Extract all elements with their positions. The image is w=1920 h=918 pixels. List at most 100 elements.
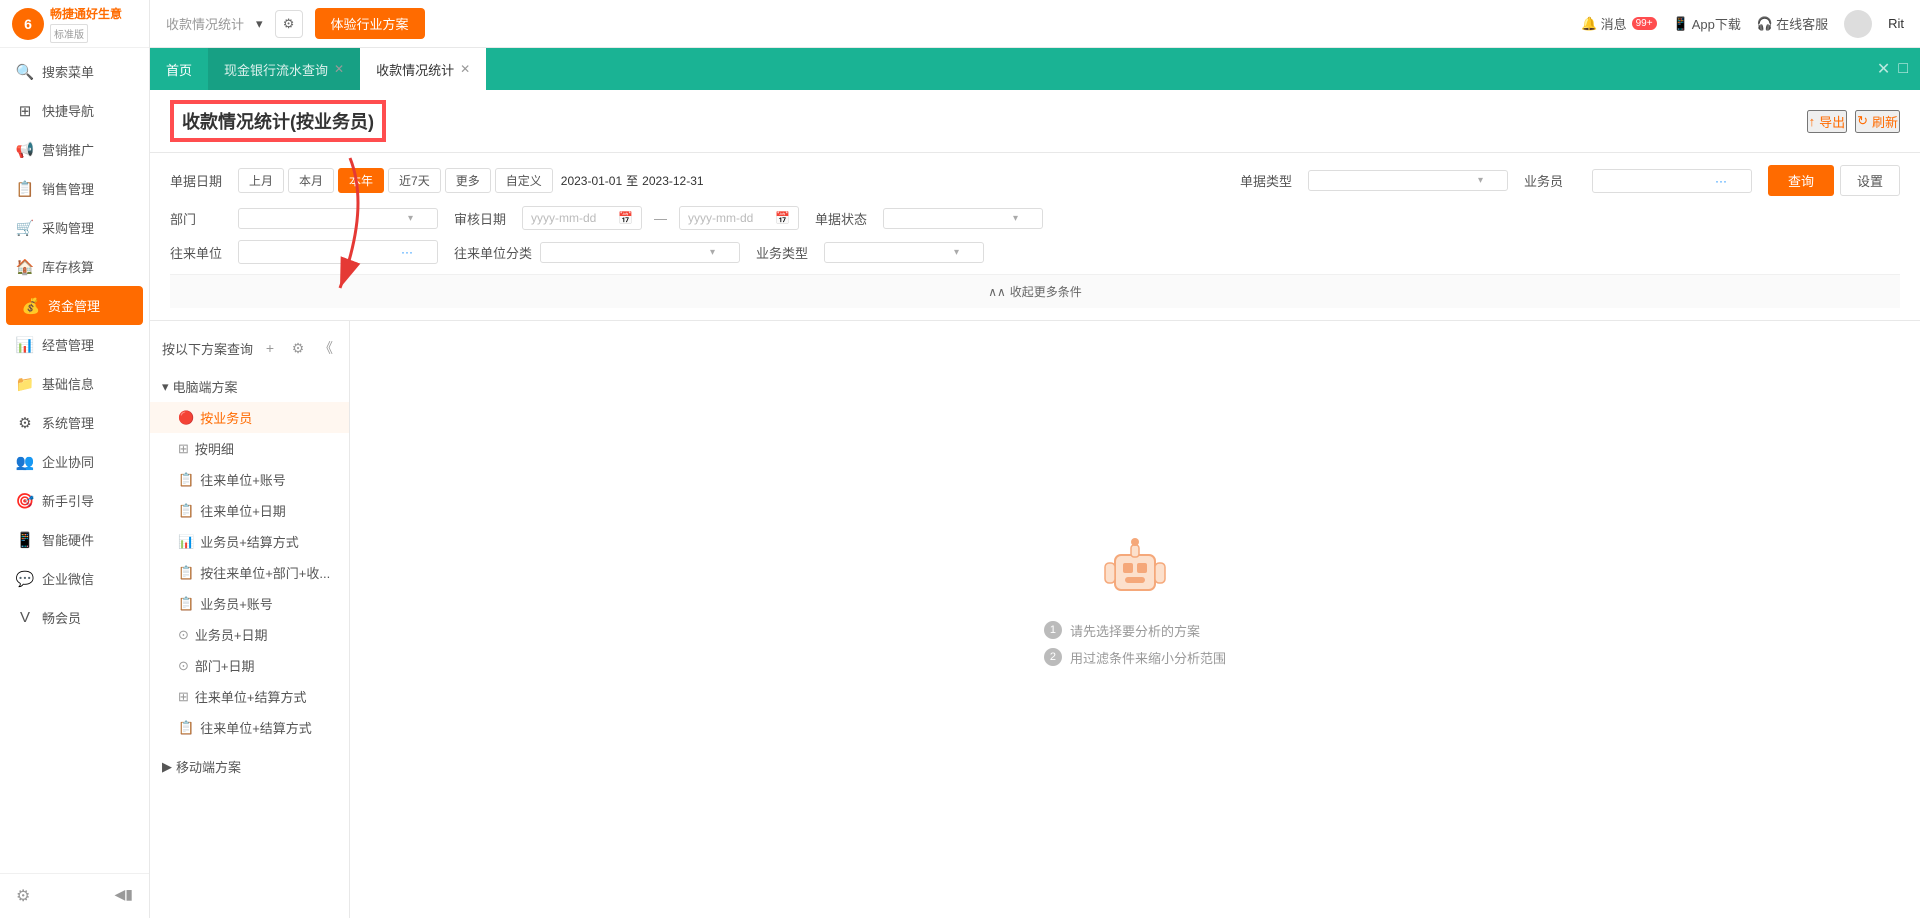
sidebar-item-hardware[interactable]: 📱 智能硬件	[0, 520, 149, 559]
sidebar-item-wechat[interactable]: 💬 企业微信	[0, 559, 149, 598]
date-btn-last-month[interactable]: 上月	[238, 168, 284, 193]
date-btn-more[interactable]: 更多	[445, 168, 491, 193]
partner-select[interactable]: ···	[238, 240, 438, 264]
empty-step-2: 2 用过滤条件来缩小分析范围	[1044, 648, 1226, 667]
tab-home[interactable]: 首页	[150, 48, 208, 90]
dept-select[interactable]: ▾	[238, 208, 438, 229]
collapse-sidebar-icon[interactable]: ◀▮	[115, 886, 133, 906]
sidebar-item-finance[interactable]: 💰 资金管理	[6, 286, 143, 325]
sidebar-item-label: 企业协同	[42, 452, 94, 471]
partner-date-icon: 📋	[178, 503, 194, 519]
date-btn-7days[interactable]: 近7天	[388, 168, 441, 193]
scheme-settings-btn[interactable]: ⚙	[287, 337, 309, 359]
sidebar-item-label: 智能硬件	[42, 530, 94, 549]
date-btn-custom[interactable]: 自定义	[495, 168, 553, 193]
sidebar-item-system[interactable]: ⚙ 系统管理	[0, 403, 149, 442]
tab-minimize-btn[interactable]: ✕	[1877, 59, 1890, 79]
chevron-down-icon: ▾	[256, 16, 263, 32]
sidebar-item-search[interactable]: 🔍 搜索菜单	[0, 52, 149, 91]
panel-header-label: 按以下方案查询	[162, 339, 253, 358]
header-dropdown[interactable]: ▾	[256, 16, 263, 32]
mobile-scheme-parent[interactable]: ▶ 移动端方案	[150, 751, 349, 782]
sidebar-item-inventory[interactable]: 🏠 库存核算	[0, 247, 149, 286]
settings-footer-icon[interactable]: ⚙	[16, 886, 30, 906]
member-icon: V	[16, 609, 34, 627]
sidebar-item-enterprise[interactable]: 👥 企业协同	[0, 442, 149, 481]
collapse-bar[interactable]: ∧∧ 收起更多条件	[170, 274, 1900, 308]
scheme-dept-date[interactable]: ⊙ 部门+日期	[150, 650, 349, 681]
page-actions: ↑ 导出 ↻ 刷新	[1807, 110, 1900, 133]
tab-bank-close[interactable]: ✕	[334, 62, 344, 76]
desktop-scheme-parent[interactable]: ▾ 电脑端方案	[150, 371, 349, 402]
review-date-start[interactable]: yyyy-mm-dd 📅	[522, 206, 642, 230]
logo-title: 畅捷通好生意	[50, 5, 122, 22]
sidebar-item-sales[interactable]: 📋 销售管理	[0, 169, 149, 208]
sidebar-item-purchase[interactable]: 🛒 采购管理	[0, 208, 149, 247]
sidebar-item-marketing[interactable]: 📢 营销推广	[0, 130, 149, 169]
salesperson-select[interactable]: ···	[1592, 169, 1752, 193]
step-1-label: 请先选择要分析的方案	[1070, 621, 1200, 640]
sidebar-item-operation[interactable]: 📊 经营管理	[0, 325, 149, 364]
query-button[interactable]: 查询	[1768, 165, 1834, 196]
setting-button[interactable]: 设置	[1840, 165, 1900, 196]
scheme-partner-date[interactable]: 📋 往来单位+日期	[150, 495, 349, 526]
empty-robot-icon	[1095, 525, 1175, 605]
date-filter-group: 单据日期 上月 本月 本年 近7天 更多 自定义 2023-01-01 至 20…	[170, 168, 704, 193]
chevron-down-icon: ▾	[710, 247, 715, 258]
doc-status-group: 单据状态 ▾	[815, 208, 1043, 229]
sidebar: 6 畅捷通好生意 标准版 🔍 搜索菜单 ⊞ 快捷导航 📢 营销推广 📋 销售管理…	[0, 0, 150, 918]
collapse-mobile-icon: ▶	[162, 759, 172, 775]
more-icon[interactable]: ···	[1715, 174, 1727, 188]
scheme-by-detail[interactable]: ⊞ 按明细	[150, 433, 349, 464]
review-start-placeholder: yyyy-mm-dd	[531, 211, 596, 225]
trial-button[interactable]: 体验行业方案	[315, 8, 425, 39]
tab-receipt[interactable]: 收款情况统计 ✕	[360, 48, 486, 90]
refresh-button[interactable]: ↻ 刷新	[1855, 110, 1900, 133]
add-scheme-btn[interactable]: +	[259, 337, 281, 359]
doc-type-select[interactable]: ▾	[1308, 170, 1508, 191]
scheme-collapse-btn[interactable]: 《	[315, 337, 337, 359]
sidebar-item-quicknav[interactable]: ⊞ 快捷导航	[0, 91, 149, 130]
date-btn-this-year[interactable]: 本年	[338, 168, 384, 193]
service-icon: 🎧	[1757, 16, 1773, 32]
sidebar-item-basic[interactable]: 📁 基础信息	[0, 364, 149, 403]
doc-status-select[interactable]: ▾	[883, 208, 1043, 229]
gear-icon: ⚙	[283, 16, 295, 32]
biz-type-group: 业务类型 ▾	[756, 242, 984, 263]
review-date-end[interactable]: yyyy-mm-dd 📅	[679, 206, 799, 230]
biz-type-select[interactable]: ▾	[824, 242, 984, 263]
tab-maximize-btn[interactable]: □	[1898, 60, 1908, 78]
tab-receipt-close[interactable]: ✕	[460, 62, 470, 76]
partner-more-icon[interactable]: ···	[401, 245, 413, 259]
tab-bank[interactable]: 现金银行流水查询 ✕	[208, 48, 360, 90]
scheme-salesperson-date[interactable]: ⊙ 业务员+日期	[150, 619, 349, 650]
biz-type-label: 业务类型	[756, 243, 816, 262]
notification-bell[interactable]: 🔔 消息 99+	[1581, 14, 1656, 33]
scheme-partner-dept-receipt[interactable]: 📋 按往来单位+部门+收...	[150, 557, 349, 588]
scheme-salesperson-account[interactable]: 📋 业务员+账号	[150, 588, 349, 619]
scheme-partner-account[interactable]: 📋 往来单位+账号	[150, 464, 349, 495]
notification-label: 消息	[1601, 14, 1627, 33]
sidebar-item-guide[interactable]: 🎯 新手引导	[0, 481, 149, 520]
scheme-by-salesperson[interactable]: 🔴 按业务员	[150, 402, 349, 433]
export-button[interactable]: ↑ 导出	[1807, 110, 1848, 133]
scheme-salesperson-settlement[interactable]: 📊 业务员+结算方式	[150, 526, 349, 557]
content-wrapper: 按以下方案查询 + ⚙ 《 ▾ 电脑端方案 🔴 按业务员	[150, 321, 1920, 918]
online-service-link[interactable]: 🎧 在线客服	[1757, 14, 1828, 33]
partner-cat-select[interactable]: ▾	[540, 242, 740, 263]
sidebar-item-label: 系统管理	[42, 413, 94, 432]
date-btn-this-month[interactable]: 本月	[288, 168, 334, 193]
page-header: 收款情况统计(按业务员) ↑ 导出 ↻ 刷新	[150, 90, 1920, 153]
partner-category-group: 往来单位分类 ▾	[454, 242, 740, 263]
mobile-scheme-label: 移动端方案	[176, 757, 241, 776]
user-avatar[interactable]	[1844, 10, 1872, 38]
chevron-down-icon: ▾	[408, 213, 413, 224]
header-gear-btn[interactable]: ⚙	[275, 10, 303, 38]
app-download-link[interactable]: 📱 App下载	[1673, 14, 1741, 33]
scheme-partner-settlement-1[interactable]: ⊞ 往来单位+结算方式	[150, 681, 349, 712]
step-2-num: 2	[1044, 648, 1062, 666]
filter-row-3: 往来单位 ··· 往来单位分类 ▾ 业务类型	[170, 240, 1900, 264]
logo-area: 6 畅捷通好生意 标准版	[0, 0, 149, 48]
scheme-partner-settlement-2[interactable]: 📋 往来单位+结算方式	[150, 712, 349, 743]
sidebar-item-member[interactable]: V 畅会员	[0, 598, 149, 637]
